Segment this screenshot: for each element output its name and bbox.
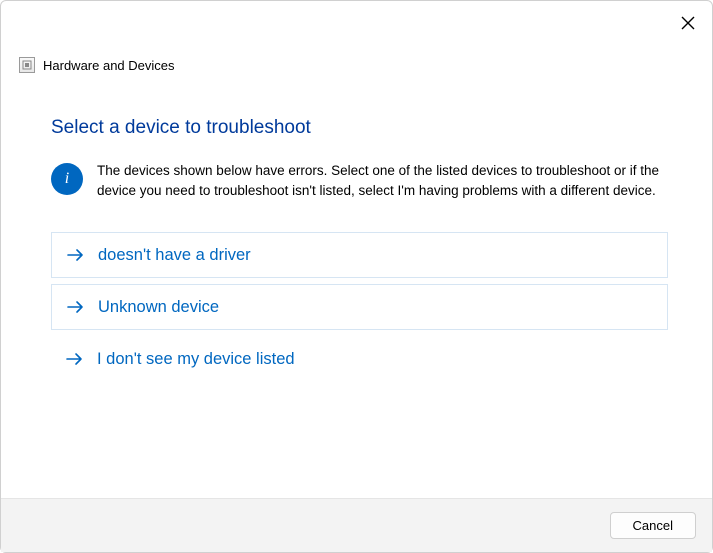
arrow-right-icon <box>66 297 86 317</box>
close-button[interactable] <box>680 15 696 31</box>
arrow-right-icon <box>65 349 85 369</box>
option-not-listed[interactable]: I don't see my device listed <box>51 336 668 382</box>
arrow-right-icon <box>66 245 86 265</box>
cancel-button[interactable]: Cancel <box>610 512 696 539</box>
page-heading: Select a device to troubleshoot <box>51 117 692 139</box>
option-label: doesn't have a driver <box>98 246 251 265</box>
header: Hardware and Devices <box>1 41 712 79</box>
option-unknown-device[interactable]: Unknown device <box>51 284 668 330</box>
troubleshooter-icon <box>19 57 35 73</box>
option-label: I don't see my device listed <box>97 350 295 369</box>
window-title: Hardware and Devices <box>43 58 175 73</box>
close-icon <box>680 15 696 31</box>
option-label: Unknown device <box>98 298 219 317</box>
options-list: doesn't have a driver Unknown device I d… <box>51 232 692 382</box>
content: Select a device to troubleshoot i The de… <box>1 79 712 382</box>
titlebar <box>1 1 712 41</box>
info-text: The devices shown below have errors. Sel… <box>97 161 692 200</box>
info-row: i The devices shown below have errors. S… <box>51 161 692 200</box>
footer: Cancel <box>1 498 712 552</box>
option-no-driver[interactable]: doesn't have a driver <box>51 232 668 278</box>
info-icon: i <box>51 163 83 195</box>
